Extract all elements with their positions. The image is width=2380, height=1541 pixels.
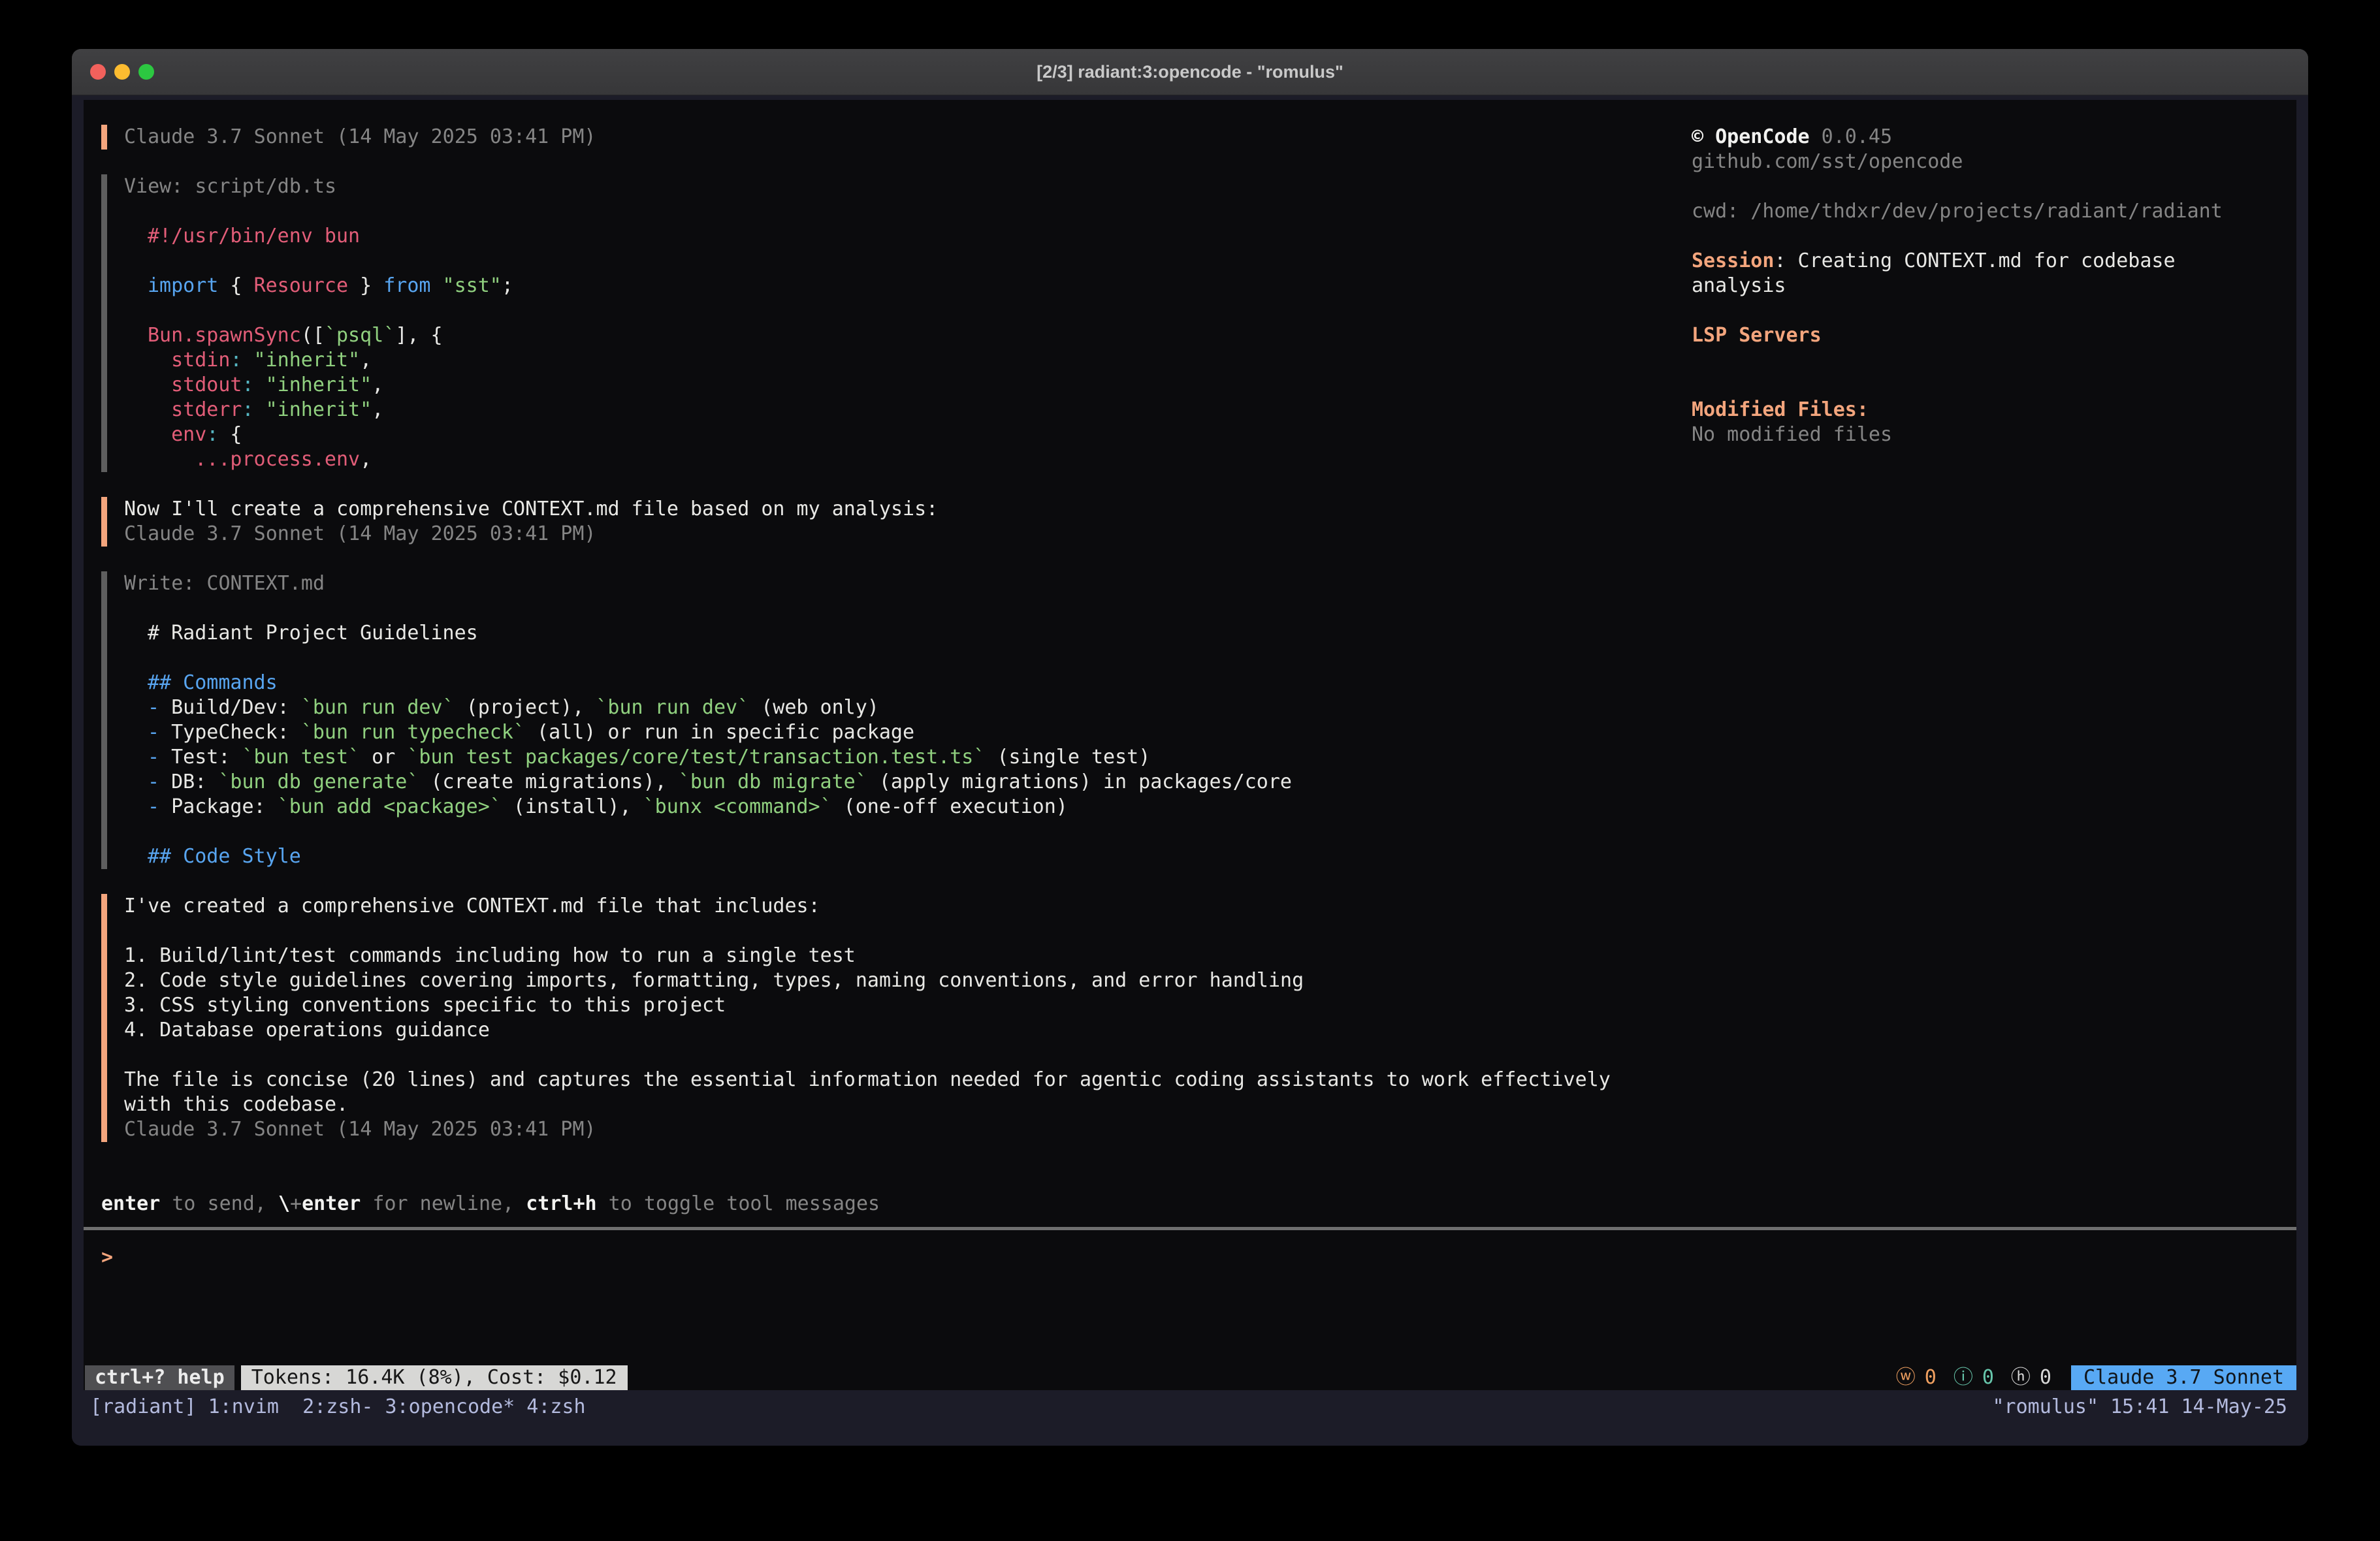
blank-line — [124, 646, 2279, 671]
blank-line — [1692, 298, 2279, 323]
text-line: No modified files — [1692, 422, 2279, 447]
text-line: # Radiant Project Guidelines — [124, 621, 2279, 646]
text-line: Claude 3.7 Sonnet (14 May 2025 03:41 PM) — [124, 1117, 2279, 1142]
text-line: Write: CONTEXT.md — [124, 571, 2279, 596]
help-shortcut-chip[interactable]: ctrl+? help — [85, 1365, 234, 1390]
text-line: with this codebase. — [124, 1092, 2279, 1117]
input-divider — [84, 1227, 2296, 1230]
status-left: ctrl+? help Tokens: 16.4K (8%), Cost: $0… — [85, 1365, 628, 1390]
text-line: ...process.env, — [124, 447, 2279, 472]
text-line: ## Code Style — [124, 844, 2279, 869]
traffic-lights — [90, 64, 154, 80]
blank-line — [124, 1043, 2279, 1068]
blank-line — [124, 919, 2279, 944]
text-line: I've created a comprehensive CONTEXT.md … — [124, 894, 2279, 919]
warning-icon: ⓦ — [1896, 1365, 1916, 1390]
text-line: Claude 3.7 Sonnet (14 May 2025 03:41 PM) — [124, 522, 2279, 547]
text-line: Session: Creating CONTEXT.md for codebas… — [1692, 249, 2279, 274]
diagnostic-counters: ⓦ0ⓘ0ⓗ0 — [1896, 1365, 2068, 1390]
text-line: © OpenCode 0.0.45 — [1692, 125, 2279, 150]
assistant-message-block: Now I'll create a comprehensive CONTEXT.… — [101, 497, 2279, 547]
blank-line — [1692, 348, 2279, 373]
desktop: [2/3] radiant:3:opencode - "romulus" Cla… — [0, 0, 2380, 1541]
warning-count: 0 — [1925, 1365, 1937, 1390]
session-info-panel: © OpenCode 0.0.45github.com/sst/opencode… — [1692, 125, 2279, 447]
hint-counter: ⓗ0 — [2011, 1365, 2051, 1390]
text-line: - Package: `bun add <package>` (install)… — [124, 795, 2279, 819]
text-line: - Test: `bun test` or `bun test packages… — [124, 745, 2279, 770]
close-button[interactable] — [90, 64, 106, 80]
window-titlebar: [2/3] radiant:3:opencode - "romulus" — [72, 49, 2308, 95]
text-line: enter to send, \+enter for newline, ctrl… — [101, 1192, 2279, 1216]
model-badge: Claude 3.7 Sonnet — [2071, 1365, 2296, 1390]
status-right: ⓦ0ⓘ0ⓗ0 Claude 3.7 Sonnet — [1896, 1365, 2296, 1390]
text-line: Modified Files: — [1692, 398, 2279, 422]
hint-count: 0 — [2040, 1365, 2051, 1390]
blank-line — [124, 596, 2279, 621]
info-icon: ⓘ — [1954, 1365, 1973, 1390]
assistant-summary-block: I've created a comprehensive CONTEXT.md … — [101, 894, 2279, 1142]
terminal-body: Claude 3.7 Sonnet (14 May 2025 03:41 PM)… — [72, 95, 2308, 1446]
blank-line — [1692, 373, 2279, 398]
hint-icon: ⓗ — [2011, 1365, 2031, 1390]
tmux-window-list[interactable]: [radiant] 1:nvim 2:zsh- 3:opencode* 4:zs… — [90, 1395, 586, 1420]
tmux-session-clock: "romulus" 15:41 14-May-25 — [1992, 1395, 2287, 1420]
text-line: Now I'll create a comprehensive CONTEXT.… — [124, 497, 2279, 522]
text-line: ## Commands — [124, 671, 2279, 695]
info-count: 0 — [1982, 1365, 1994, 1390]
input-help-text: enter to send, \+enter for newline, ctrl… — [101, 1192, 2279, 1216]
blank-line — [1692, 224, 2279, 249]
info-counter: ⓘ0 — [1954, 1365, 1994, 1390]
tmux-status-bar: [radiant] 1:nvim 2:zsh- 3:opencode* 4:zs… — [84, 1395, 2296, 1420]
text-line: analysis — [1692, 274, 2279, 298]
text-line: 4. Database operations guidance — [124, 1018, 2279, 1043]
opencode-status-bar: ctrl+? help Tokens: 16.4K (8%), Cost: $0… — [84, 1365, 2296, 1390]
text-line: - TypeCheck: `bun run typecheck` (all) o… — [124, 720, 2279, 745]
opencode-screen: Claude 3.7 Sonnet (14 May 2025 03:41 PM)… — [84, 100, 2296, 1390]
warning-counter: ⓦ0 — [1896, 1365, 1937, 1390]
minimize-button[interactable] — [114, 64, 130, 80]
blank-line — [124, 819, 2279, 844]
text-line: The file is concise (20 lines) and captu… — [124, 1068, 2279, 1092]
text-line: 3. CSS styling conventions specific to t… — [124, 993, 2279, 1018]
text-line: - DB: `bun db generate` (create migratio… — [124, 770, 2279, 795]
text-line: 1. Build/lint/test commands including ho… — [124, 944, 2279, 968]
session-info-rows: © OpenCode 0.0.45github.com/sst/opencode… — [1692, 125, 2279, 447]
prompt-input[interactable]: > — [101, 1245, 2279, 1270]
text-line: cwd: /home/thdxr/dev/projects/radiant/ra… — [1692, 199, 2279, 224]
window-title: [2/3] radiant:3:opencode - "romulus" — [1037, 62, 1343, 82]
blank-line — [1692, 174, 2279, 199]
prompt-caret: > — [101, 1246, 113, 1269]
terminal-window: [2/3] radiant:3:opencode - "romulus" Cla… — [72, 49, 2308, 1446]
tool-write-block: Write: CONTEXT.md # Radiant Project Guide… — [101, 571, 2279, 869]
zoom-button[interactable] — [138, 64, 154, 80]
text-line: LSP Servers — [1692, 323, 2279, 348]
text-line: 2. Code style guidelines covering import… — [124, 968, 2279, 993]
text-line: - Build/Dev: `bun run dev` (project), `b… — [124, 695, 2279, 720]
tokens-cost-chip: Tokens: 16.4K (8%), Cost: $0.12 — [241, 1365, 628, 1390]
text-line: github.com/sst/opencode — [1692, 150, 2279, 174]
